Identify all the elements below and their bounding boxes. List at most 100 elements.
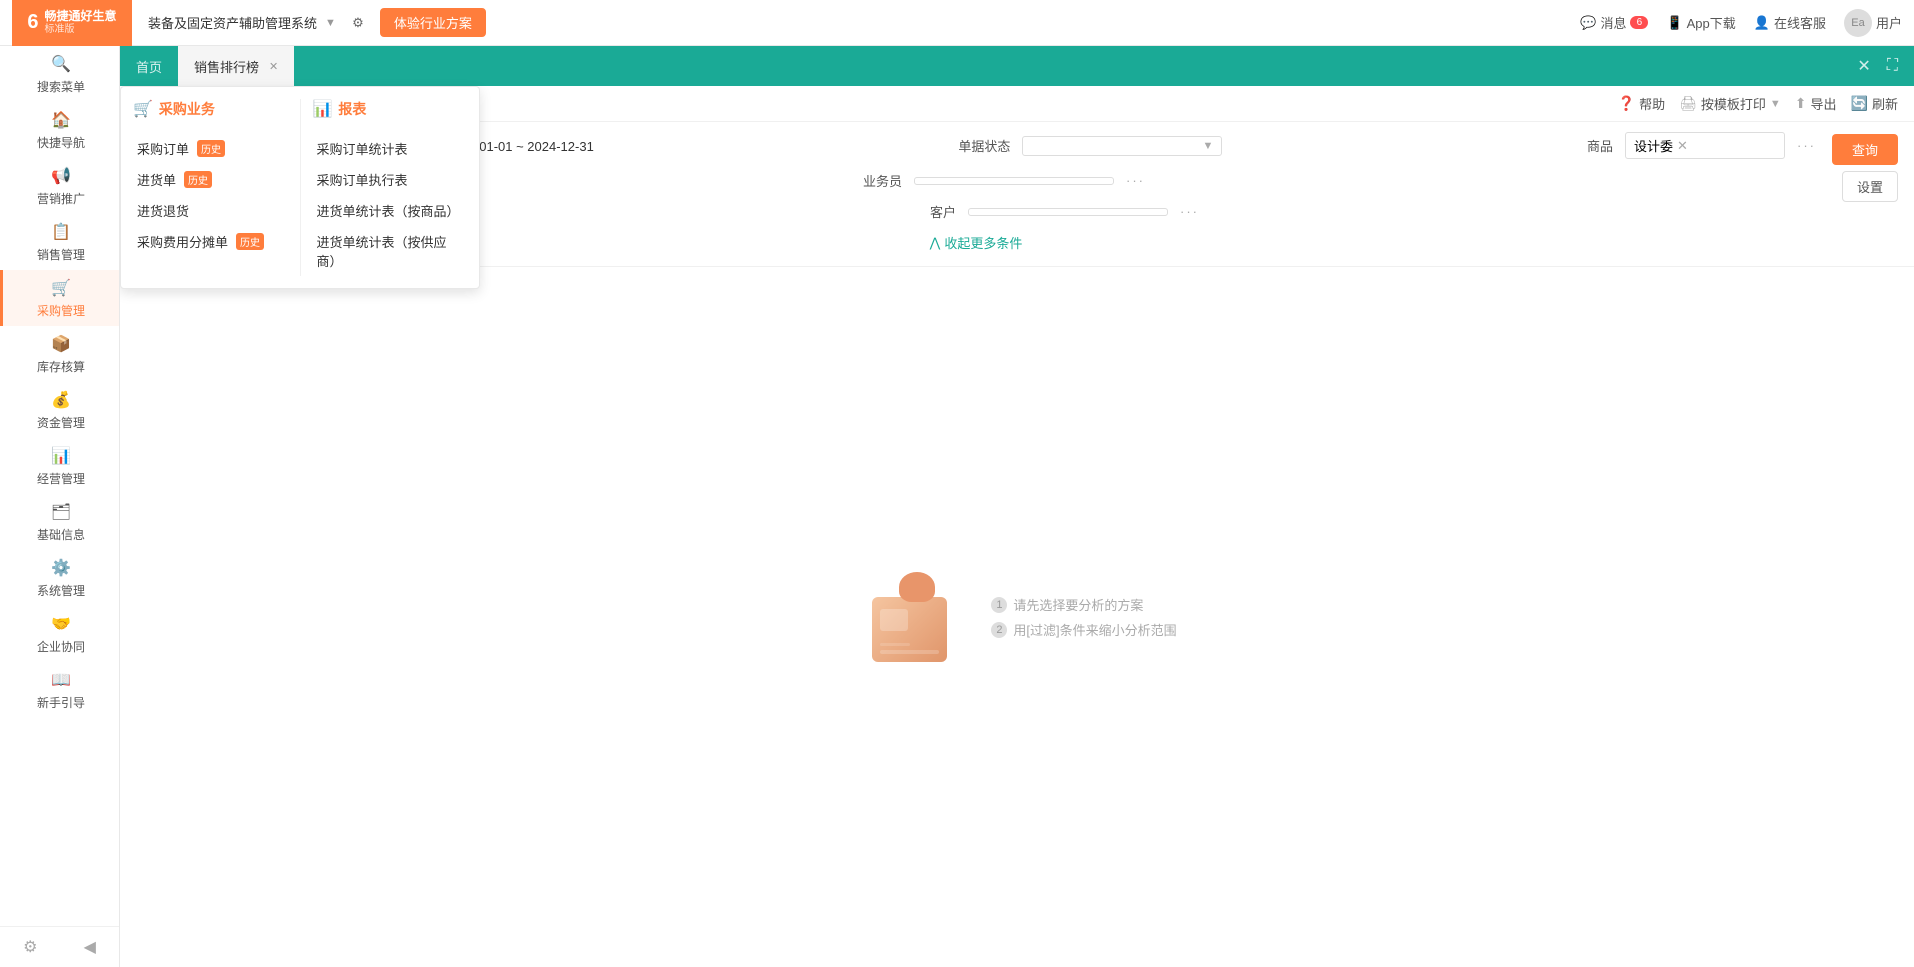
avatar: Ea xyxy=(1844,9,1872,37)
system-dropdown-arrow[interactable]: ▼ xyxy=(325,17,336,29)
sidebar-item-marketing[interactable]: 📢 营销推广 xyxy=(0,158,119,214)
doc-status-label: 单据状态 xyxy=(958,136,1010,155)
tab-home[interactable]: 首页 xyxy=(120,46,178,86)
dropdown-item-incoming-stats-supplier-label: 进货单统计表（按供应商） xyxy=(317,232,464,270)
finance-icon: 💰 xyxy=(51,390,71,410)
help-label: 帮助 xyxy=(1639,94,1665,113)
app-download-label: App下载 xyxy=(1687,13,1736,32)
inventory-icon: 📦 xyxy=(51,334,71,354)
industry-btn[interactable]: 体验行业方案 xyxy=(380,8,486,37)
user-action[interactable]: Ea 用户 xyxy=(1844,9,1902,37)
dropdown-item-incoming-stats-supplier[interactable]: 进货单统计表（按供应商） xyxy=(313,226,468,276)
tab-close-icon[interactable]: ✕ xyxy=(269,60,278,73)
marketing-icon: 📢 xyxy=(51,166,71,186)
collapse-btn[interactable]: ⋀ 收起更多条件 xyxy=(930,229,1023,256)
print-template-btn[interactable]: 🖨 按模板打印 ▼ xyxy=(1679,94,1781,113)
logo-icon: 6 xyxy=(27,11,38,34)
main-content: 首页 销售排行榜 ✕ 🛒 采购业务 采购订单 历史 xyxy=(120,46,1914,967)
goods-tag: 设计委 ✕ xyxy=(1634,136,1688,155)
goods-tag-remove[interactable]: ✕ xyxy=(1677,138,1688,154)
query-btn[interactable]: 查询 xyxy=(1832,134,1898,165)
collapse-arrow-icon: ⋀ xyxy=(930,235,941,251)
settings-icon[interactable]: ⚙ xyxy=(344,9,372,37)
dropdown-item-order-exec[interactable]: 采购订单执行表 xyxy=(313,164,468,195)
reports-col: 📊 报表 采购订单统计表 采购订单执行表 进货单统计表（按商品） 进货单统计表（… xyxy=(300,99,480,276)
print-icon: 🖨 xyxy=(1679,95,1697,112)
dropdown-item-return-label: 进货退货 xyxy=(137,201,189,220)
sidebar-item-finance[interactable]: 💰 资金管理 xyxy=(0,382,119,438)
tab-actions: ✕ ⛶ xyxy=(1851,54,1914,78)
sidebar-item-finance-label: 资金管理 xyxy=(37,414,85,431)
dropdown-item-expense-label: 采购费用分摊单 xyxy=(137,232,228,251)
message-badge: 6 xyxy=(1630,16,1648,29)
dropdown-item-expense[interactable]: 采购费用分摊单 历史 xyxy=(133,226,288,257)
sidebar-item-sales[interactable]: 📋 销售管理 xyxy=(0,214,119,270)
dropdown-item-order-stats-label: 采购订单统计表 xyxy=(317,139,408,158)
hint-text-2: 用[过滤]条件来缩小分析范围 xyxy=(1013,620,1176,639)
doc-status-select[interactable]: ▼ xyxy=(1022,136,1222,156)
sidebar-item-basic[interactable]: 🗂 基础信息 xyxy=(0,494,119,550)
search-icon: 🔍 xyxy=(51,54,71,74)
basic-icon: 🗂 xyxy=(51,502,71,522)
hint-num-1: 1 xyxy=(991,597,1007,613)
sidebar-item-system-label: 系统管理 xyxy=(37,582,85,599)
sidebar-item-purchase[interactable]: 🛒 采购管理 xyxy=(0,270,119,326)
sidebar-item-marketing-label: 营销推广 xyxy=(37,190,85,207)
customer-select[interactable] xyxy=(968,208,1168,216)
sidebar-item-enterprise[interactable]: 🤝 企业协同 xyxy=(0,606,119,662)
dropdown-item-return[interactable]: 进货退货 xyxy=(133,195,288,226)
refresh-btn[interactable]: 🔄 刷新 xyxy=(1851,94,1898,113)
top-nav: 6 畅捷通好生意 标准版 装备及固定资产辅助管理系统 ▼ ⚙ 体验行业方案 💬 … xyxy=(0,0,1914,46)
tab-maximize-btn[interactable]: ⛶ xyxy=(1881,55,1904,77)
sidebar-item-operation[interactable]: 📊 经营管理 xyxy=(0,438,119,494)
hist-badge-purchase-order: 历史 xyxy=(197,140,225,157)
sidebar-bottom: ⚙ ◀ xyxy=(0,926,119,967)
sidebar-item-basic-label: 基础信息 xyxy=(37,526,85,543)
message-action[interactable]: 💬 消息 6 xyxy=(1580,13,1648,32)
app-download-action[interactable]: 📱 App下载 xyxy=(1666,13,1735,32)
content-area: 1 请先选择要分析的方案 2 用[过滤]条件来缩小分析范围 xyxy=(120,267,1914,967)
hist-badge-expense: 历史 xyxy=(236,233,264,250)
online-service-action[interactable]: 👤 在线客服 xyxy=(1754,13,1826,32)
tab-close-all-btn[interactable]: ✕ xyxy=(1851,54,1876,78)
refresh-label: 刷新 xyxy=(1872,94,1898,113)
dropdown-item-purchase-order[interactable]: 采购订单 历史 xyxy=(133,133,288,164)
setting-btn[interactable]: 设置 xyxy=(1842,171,1898,202)
box-line1 xyxy=(880,650,939,654)
user-label: 用户 xyxy=(1876,13,1902,32)
logo: 6 畅捷通好生意 标准版 xyxy=(12,0,132,46)
help-btn[interactable]: ❓ 帮助 xyxy=(1618,94,1665,113)
hint-text-1: 请先选择要分析的方案 xyxy=(1013,595,1143,614)
sidebar-item-quicknav[interactable]: 🏠 快捷导航 xyxy=(0,102,119,158)
sidebar-item-guide-label: 新手引导 xyxy=(37,694,85,711)
sidebar-item-guide[interactable]: 📖 新手引导 xyxy=(0,662,119,718)
dropdown-item-incoming-stats-goods[interactable]: 进货单统计表（按商品） xyxy=(313,195,468,226)
sidebar-item-search[interactable]: 🔍 搜索菜单 xyxy=(0,46,119,102)
sidebar-collapse-btn[interactable]: ◀ xyxy=(84,937,96,957)
goods-input[interactable]: 设计委 ✕ xyxy=(1625,132,1785,159)
goods-more[interactable]: ··· xyxy=(1797,138,1816,153)
sidebar-item-inventory[interactable]: 📦 库存核算 xyxy=(0,326,119,382)
customer-label: 客户 xyxy=(930,202,956,221)
sidebar-settings-btn[interactable]: ⚙ xyxy=(23,937,37,957)
export-icon: ⬆ xyxy=(1795,95,1807,112)
tab-sales-ranking[interactable]: 销售排行榜 ✕ xyxy=(178,46,294,86)
dropdown-item-incoming[interactable]: 进货单 历史 xyxy=(133,164,288,195)
print-label: 按模板打印 xyxy=(1701,94,1766,113)
box-line2 xyxy=(880,643,910,646)
salesperson-more[interactable]: ··· xyxy=(1126,173,1145,188)
salesperson-select[interactable] xyxy=(914,177,1114,185)
empty-hint-text: 1 请先选择要分析的方案 2 用[过滤]条件来缩小分析范围 xyxy=(991,595,1176,639)
collapse-label: 收起更多条件 xyxy=(944,233,1022,252)
phone-icon: 📱 xyxy=(1666,15,1682,31)
sidebar-item-system[interactable]: ⚙️ 系统管理 xyxy=(0,550,119,606)
empty-illustration xyxy=(857,572,967,662)
sidebar-item-search-label: 搜索菜单 xyxy=(37,78,85,95)
box-screen xyxy=(880,609,908,631)
customer-more[interactable]: ··· xyxy=(1180,204,1199,219)
dropdown-item-order-stats[interactable]: 采购订单统计表 xyxy=(313,133,468,164)
edition-label: 标准版 xyxy=(45,24,117,36)
message-label: 消息 xyxy=(1600,13,1626,32)
export-btn[interactable]: ⬆ 导出 xyxy=(1795,94,1837,113)
purchase-biz-icon: 🛒 xyxy=(133,99,153,119)
